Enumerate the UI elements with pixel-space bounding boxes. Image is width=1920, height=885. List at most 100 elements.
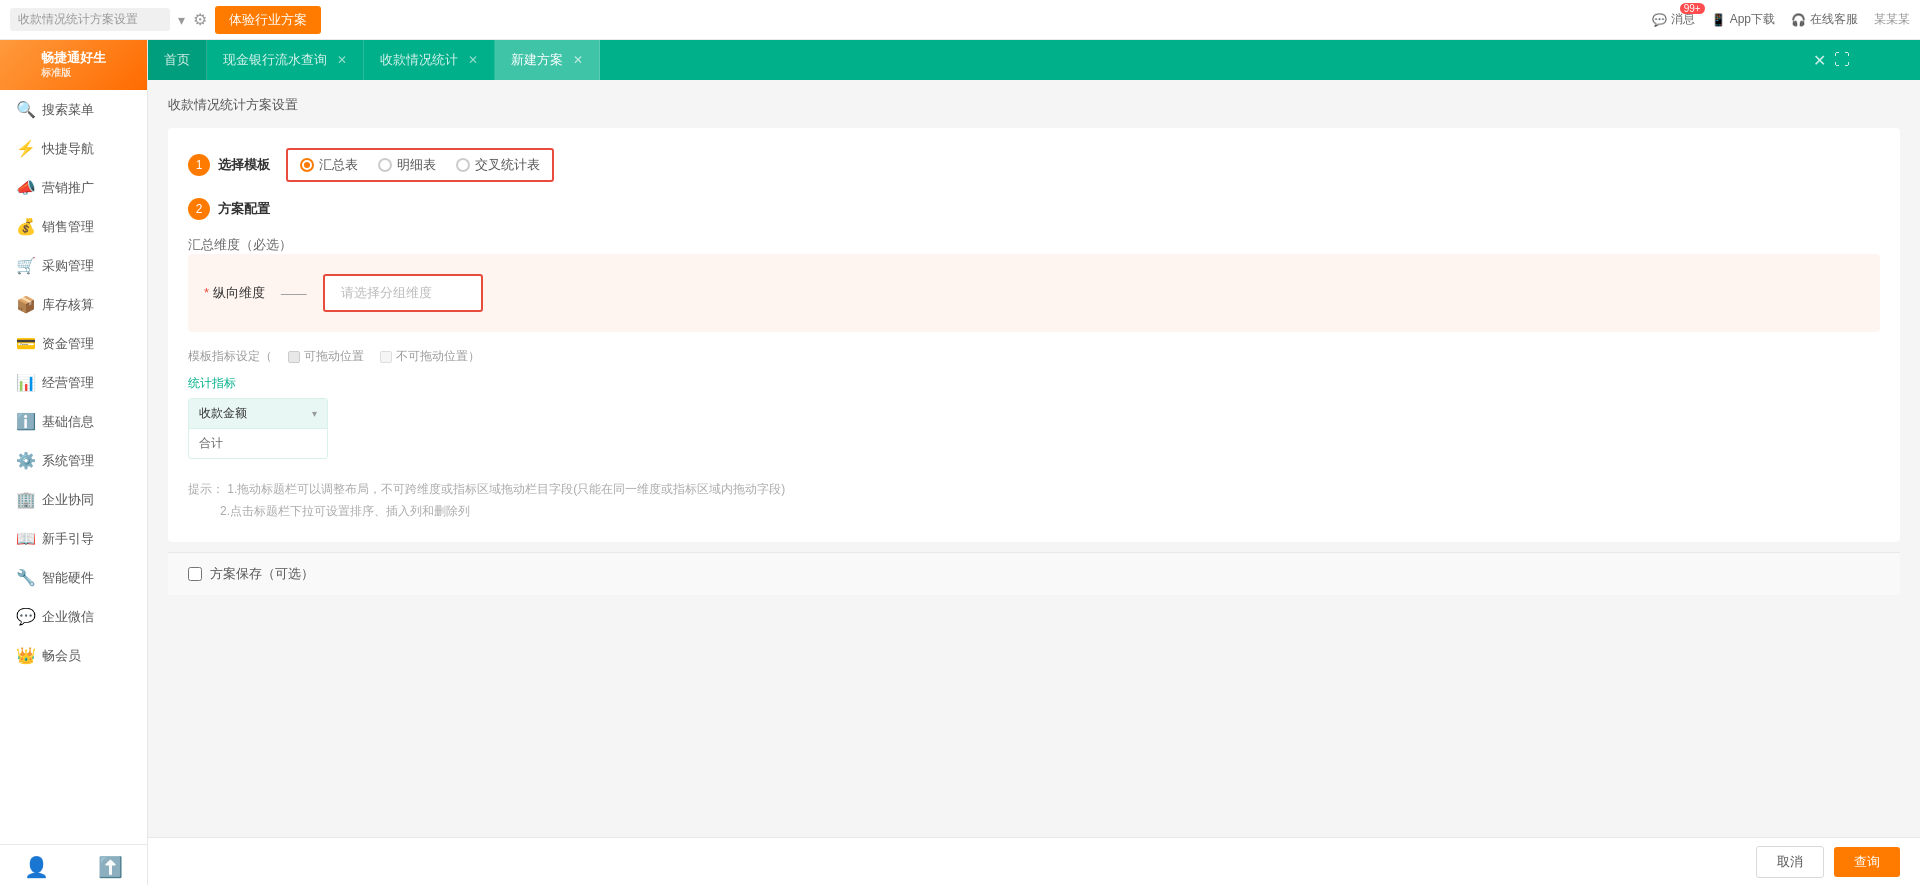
search-menu-icon: 🔍 (16, 100, 34, 119)
save-checkbox[interactable] (188, 567, 202, 581)
tab-new-plan[interactable]: 新建方案 ✕ (495, 40, 600, 80)
notification-badge: 99+ (1680, 3, 1705, 14)
fixed-dot (380, 351, 392, 363)
sidebar-bottom-icon-right[interactable]: ⬆️ (98, 855, 123, 879)
sidebar-item-sales[interactable]: 💰 销售管理 (0, 207, 147, 246)
system-icon: ⚙️ (16, 451, 34, 470)
sidebar-item-system[interactable]: ⚙️ 系统管理 (0, 441, 147, 480)
dimension-select[interactable]: 请选择分组维度 (323, 274, 483, 312)
sidebar-item-finance[interactable]: 💳 资金管理 (0, 324, 147, 363)
step2-label: 方案配置 (218, 200, 270, 218)
sidebar-item-purchase[interactable]: 🛒 采购管理 (0, 246, 147, 285)
sidebar-item-label: 企业协同 (42, 491, 94, 509)
sidebar-item-label: 畅会员 (42, 647, 81, 665)
cancel-button[interactable]: 取消 (1756, 846, 1824, 878)
top-header: 收款情况统计方案设置 ▾ ⚙ 体验行业方案 💬 消息 99+ 📱 App下载 🎧… (0, 0, 1920, 40)
tab-close-icon[interactable]: ✕ (573, 53, 583, 67)
tab-receipts-stats[interactable]: 收款情况统计 ✕ (364, 40, 495, 80)
radio-summary[interactable]: 汇总表 (300, 156, 358, 174)
sidebar-item-guide[interactable]: 📖 新手引导 (0, 519, 147, 558)
sidebar-bottom: 👤 ⬆️ (0, 844, 147, 885)
sidebar-item-label: 资金管理 (42, 335, 94, 353)
download-item[interactable]: 📱 App下载 (1711, 11, 1775, 28)
tip-title: 提示： 1.拖动标题栏可以调整布局，不可跨维度或指标区域拖动栏目字段(只能在同一… (188, 479, 1880, 501)
dropdown-arrow-icon[interactable]: ▾ (178, 12, 185, 28)
tab-expand-icon[interactable]: ⛶ (1834, 51, 1850, 69)
message-icon: 💬 (1652, 13, 1667, 27)
query-button[interactable]: 查询 (1834, 847, 1900, 877)
sidebar-item-wechat[interactable]: 💬 企业微信 (0, 597, 147, 636)
chevron-down-icon: ▾ (312, 408, 317, 419)
fixed-label: 不可拖动位置） (396, 348, 480, 365)
inventory-icon: 📦 (16, 295, 34, 314)
tab-close-icon[interactable]: ✕ (468, 53, 478, 67)
radio-cross-label: 交叉统计表 (475, 156, 540, 174)
tab-bank-flow-label: 现金银行流水查询 (223, 51, 327, 69)
step1-label: 选择模板 (218, 156, 270, 174)
step2-row: 2 方案配置 (188, 198, 1880, 220)
sidebar-item-search[interactable]: 🔍 搜索菜单 (0, 90, 147, 129)
step1-row: 1 选择模板 汇总表 明细表 交叉统计表 (188, 148, 1880, 182)
marketing-icon: 📣 (16, 178, 34, 197)
logo-sub: 标准版 (41, 66, 106, 80)
movable-dot (288, 351, 300, 363)
main-card: 1 选择模板 汇总表 明细表 交叉统计表 (168, 128, 1900, 542)
page-content: 收款情况统计方案设置 1 选择模板 汇总表 明细表 (148, 80, 1920, 837)
sidebar-item-label: 系统管理 (42, 452, 94, 470)
sidebar-item-management[interactable]: 📊 经营管理 (0, 363, 147, 402)
step2-num: 2 (188, 198, 210, 220)
sales-icon: 💰 (16, 217, 34, 236)
sidebar-item-label: 企业微信 (42, 608, 94, 626)
logo-text: 畅捷通好生 (41, 50, 106, 66)
guide-icon: 📖 (16, 529, 34, 548)
download-label: App下载 (1730, 11, 1775, 28)
sidebar-item-hardware[interactable]: 🔧 智能硬件 (0, 558, 147, 597)
sidebar-item-marketing[interactable]: 📣 营销推广 (0, 168, 147, 207)
tab-bank-flow[interactable]: 现金银行流水查询 ✕ (207, 40, 364, 80)
radio-cross[interactable]: 交叉统计表 (456, 156, 540, 174)
sidebar-item-label: 库存核算 (42, 296, 94, 314)
sidebar-item-basics[interactable]: ℹ️ 基础信息 (0, 402, 147, 441)
trial-button[interactable]: 体验行业方案 (215, 6, 321, 34)
stats-label: 统计指标 (188, 375, 1880, 392)
radio-dot-cross (456, 158, 470, 172)
stats-table-preview: 收款金额 ▾ 合计 (188, 398, 328, 459)
user-name: 某某某 (1874, 11, 1910, 28)
sidebar-item-member[interactable]: 👑 畅会员 (0, 636, 147, 675)
stats-table-header[interactable]: 收款金额 ▾ (189, 399, 327, 429)
sidebar-item-label: 营销推广 (42, 179, 94, 197)
sidebar-item-inventory[interactable]: 📦 库存核算 (0, 285, 147, 324)
sidebar-item-enterprise[interactable]: 🏢 企业协同 (0, 480, 147, 519)
dimension-arrow: —— (281, 286, 307, 301)
sidebar-item-label: 采购管理 (42, 257, 94, 275)
tab-home-label: 首页 (164, 51, 190, 69)
tab-bar-actions: ✕ ⛶ (1813, 40, 1860, 80)
sidebar-item-label: 智能硬件 (42, 569, 94, 587)
sidebar-item-label: 经营管理 (42, 374, 94, 392)
top-header-right: 💬 消息 99+ 📱 App下载 🎧 在线客服 某某某 (1652, 11, 1910, 28)
download-icon: 📱 (1711, 13, 1726, 27)
service-item[interactable]: 🎧 在线客服 (1791, 11, 1858, 28)
template-radio-group: 汇总表 明细表 交叉统计表 (286, 148, 554, 182)
tab-bar: 首页 现金银行流水查询 ✕ 收款情况统计 ✕ 新建方案 ✕ ✕ ⛶ (148, 40, 1920, 80)
page-title: 收款情况统计方案设置 (168, 96, 1900, 114)
sidebar: 畅捷通好生 标准版 🔍 搜索菜单 ⚡ 快捷导航 📣 营销推广 💰 销售管理 🛒 … (0, 40, 148, 885)
stats-table-row: 合计 (189, 429, 327, 458)
radio-detail[interactable]: 明细表 (378, 156, 436, 174)
sidebar-item-quicknav[interactable]: ⚡ 快捷导航 (0, 129, 147, 168)
main-layout: 畅捷通好生 标准版 🔍 搜索菜单 ⚡ 快捷导航 📣 营销推广 💰 销售管理 🛒 … (0, 40, 1920, 885)
movable-hint: 可拖动位置 (288, 348, 364, 365)
management-icon: 📊 (16, 373, 34, 392)
save-label: 方案保存（可选） (210, 565, 314, 583)
tab-close-window-icon[interactable]: ✕ (1813, 51, 1826, 70)
notification-item[interactable]: 💬 消息 99+ (1652, 11, 1695, 28)
settings-icon[interactable]: ⚙ (193, 10, 207, 29)
tips-section: 提示： 1.拖动标题栏可以调整布局，不可跨维度或指标区域拖动栏目字段(只能在同一… (188, 479, 1880, 522)
save-row: 方案保存（可选） (168, 552, 1900, 595)
tab-home[interactable]: 首页 (148, 40, 207, 80)
sidebar-item-label: 基础信息 (42, 413, 94, 431)
tab-close-icon[interactable]: ✕ (337, 53, 347, 67)
bottom-bar: 取消 查询 (148, 837, 1920, 885)
breadcrumb-bar: 收款情况统计方案设置 (10, 8, 170, 31)
sidebar-bottom-icon-left[interactable]: 👤 (24, 855, 49, 879)
